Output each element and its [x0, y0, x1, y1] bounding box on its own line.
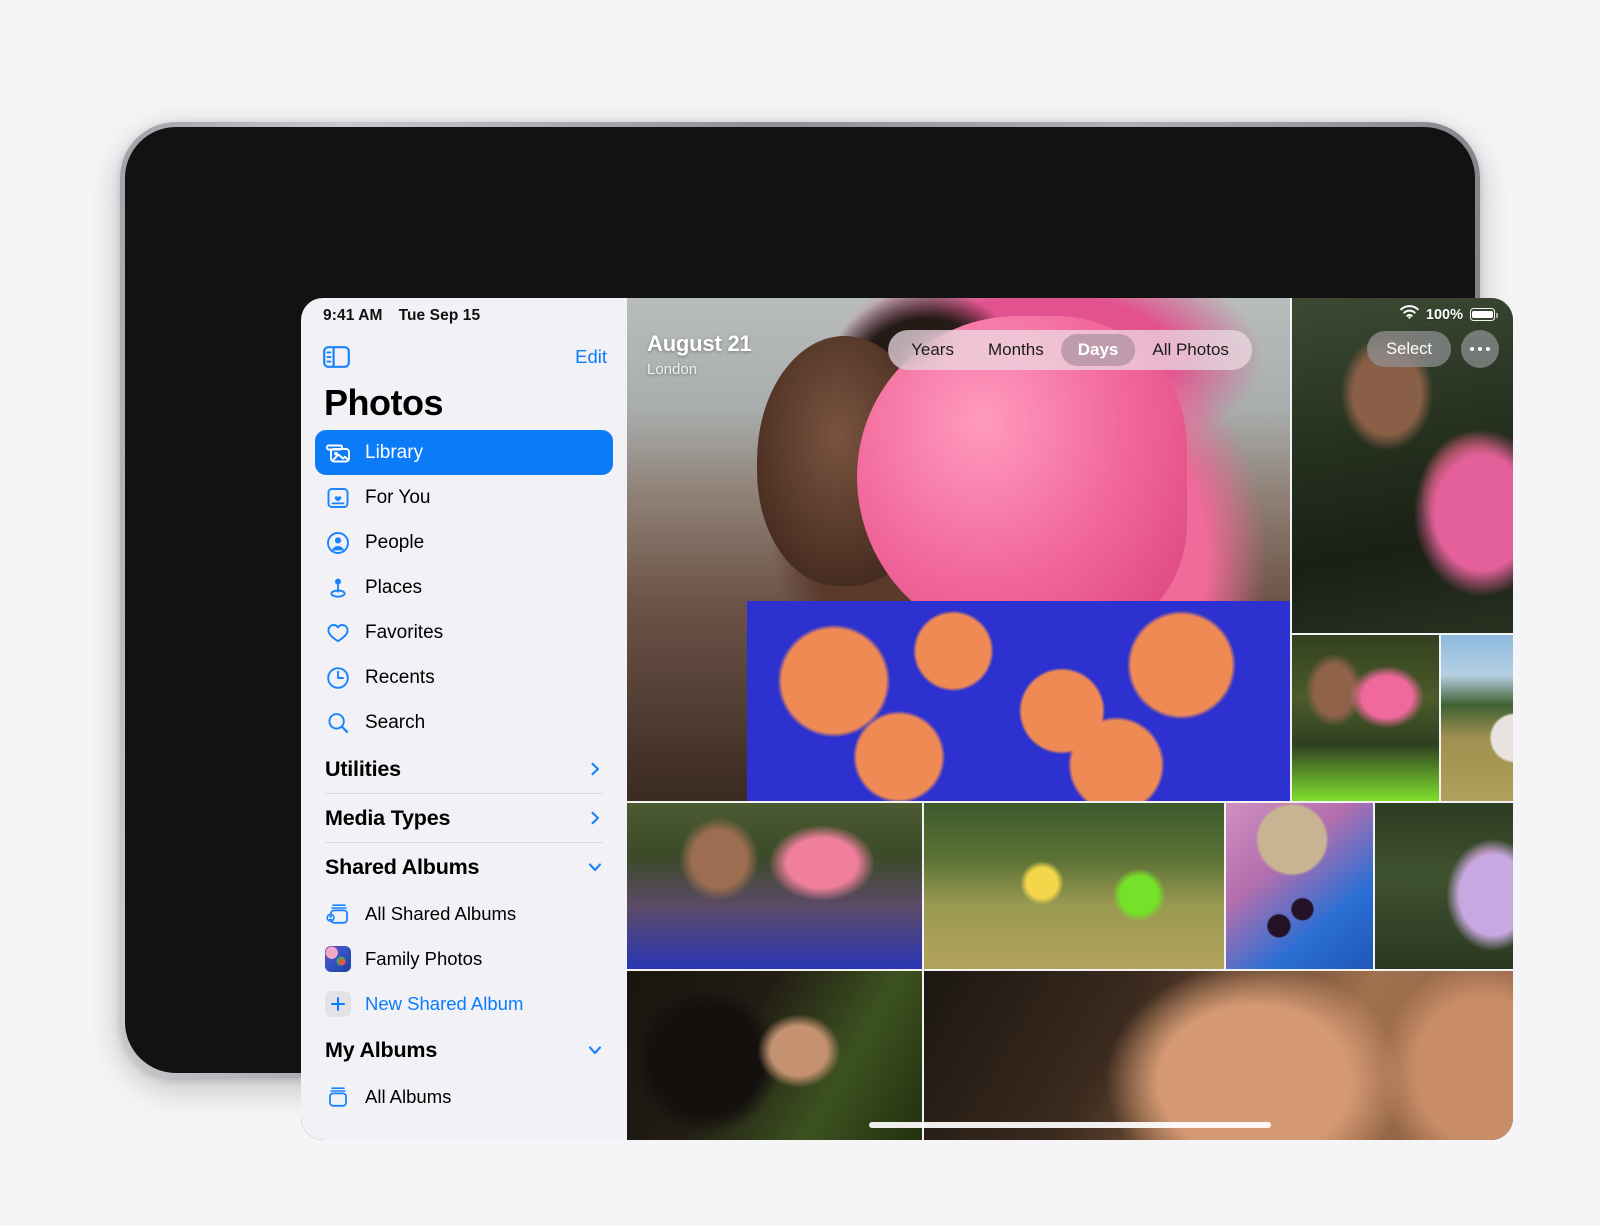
- clock-icon: [325, 665, 351, 691]
- toolbar-right-controls: Select: [1367, 330, 1499, 368]
- segment-months[interactable]: Months: [971, 334, 1061, 366]
- sidebar-section-shared-albums[interactable]: Shared Albums: [315, 843, 613, 891]
- grid-seam: [1224, 803, 1226, 969]
- edit-button[interactable]: Edit: [575, 346, 607, 368]
- sidebar: 9:41 AM Tue Sep 15 Edit Photos Library F…: [301, 298, 627, 1140]
- sidebar-item-search[interactable]: Search: [315, 700, 613, 745]
- sidebar-item-label: Places: [365, 576, 423, 598]
- grid-seam: [1290, 298, 1292, 803]
- album-label: Family Photos: [365, 947, 483, 969]
- grid-seam: [1439, 635, 1441, 803]
- plus-icon: [325, 990, 351, 1017]
- person-circle-icon: [325, 530, 351, 556]
- sidebar-toggle-icon[interactable]: [323, 346, 350, 368]
- sidebar-item-places[interactable]: Places: [315, 565, 613, 610]
- photo-thumbnail[interactable]: [1226, 803, 1373, 969]
- sidebar-item-all-albums[interactable]: All Albums: [315, 1074, 613, 1119]
- sidebar-nav-list: Library For You People Places Favorites …: [301, 430, 627, 1140]
- photo-thumbnail[interactable]: [1375, 803, 1513, 969]
- shared-album-stack-icon: [325, 901, 351, 927]
- grid-seam: [1373, 803, 1375, 969]
- date-header: August 21 London: [647, 331, 752, 378]
- sidebar-item-for-you[interactable]: For You: [315, 475, 613, 520]
- photo-thumbnail[interactable]: [924, 803, 1224, 969]
- section-title: Utilities: [325, 756, 401, 781]
- page-title: Photos: [324, 382, 444, 423]
- sidebar-item-label: For You: [365, 486, 431, 508]
- segmented-control[interactable]: Years Months Days All Photos: [888, 330, 1252, 370]
- sidebar-item-favorites[interactable]: Favorites: [315, 610, 613, 655]
- photo-thumbnail[interactable]: [924, 971, 1513, 1140]
- sidebar-item-people[interactable]: People: [315, 520, 613, 565]
- segment-all-photos[interactable]: All Photos: [1135, 334, 1246, 366]
- select-button[interactable]: Select: [1367, 331, 1451, 367]
- chevron-right-icon[interactable]: [587, 761, 603, 777]
- section-title: My Albums: [325, 1037, 438, 1062]
- sidebar-item-recents[interactable]: Recents: [315, 655, 613, 700]
- album-stack-icon: [325, 1084, 351, 1110]
- home-indicator[interactable]: [869, 1122, 1271, 1128]
- sidebar-item-label: Search: [365, 711, 426, 733]
- grid-seam: [922, 803, 924, 1140]
- date-title: August 21: [647, 331, 752, 356]
- chevron-right-icon[interactable]: [587, 810, 603, 826]
- segment-days[interactable]: Days: [1060, 334, 1136, 366]
- status-bar-date: Tue Sep 15: [398, 307, 481, 324]
- status-bar-left: 9:41 AM Tue Sep 15: [301, 298, 627, 334]
- sidebar-section-my-albums[interactable]: My Albums: [315, 1026, 613, 1074]
- grid-seam: [627, 801, 1513, 803]
- ipad-device-frame: 9:41 AM Tue Sep 15 Edit Photos Library F…: [120, 122, 1513, 1140]
- album-label: New Shared Album: [365, 992, 524, 1014]
- photo-thumbnail[interactable]: [627, 971, 922, 1140]
- chevron-down-icon[interactable]: [587, 1042, 603, 1058]
- heart-icon: [325, 620, 351, 646]
- sidebar-item-family-photos[interactable]: Family Photos: [315, 936, 613, 981]
- grid-seam: [627, 969, 1513, 971]
- sidebar-item-new-shared-album[interactable]: New Shared Album: [315, 981, 613, 1026]
- chevron-down-icon[interactable]: [587, 859, 603, 875]
- sidebar-item-label: Recents: [365, 666, 435, 688]
- status-bar-time: 9:41 AM: [323, 307, 383, 324]
- screen: 9:41 AM Tue Sep 15 Edit Photos Library F…: [301, 298, 1513, 1140]
- photo-thumbnail[interactable]: [1441, 635, 1513, 801]
- ellipsis-icon[interactable]: [1461, 330, 1499, 368]
- album-label: All Albums: [365, 1085, 452, 1107]
- sidebar-item-all-shared-albums[interactable]: All Shared Albums: [315, 891, 613, 936]
- search-icon: [325, 710, 351, 736]
- sidebar-item-library[interactable]: Library: [315, 430, 613, 475]
- section-title: Media Types: [325, 805, 451, 830]
- album-thumbnail: [325, 945, 351, 972]
- photo-stack-icon: [325, 440, 351, 466]
- sidebar-item-label: Library: [365, 441, 424, 463]
- grid-seam: [1290, 633, 1513, 635]
- sidebar-toolbar: Edit: [301, 334, 627, 380]
- photo-thumbnail[interactable]: [627, 803, 922, 969]
- sidebar-section-utilities[interactable]: Utilities: [315, 745, 613, 793]
- segment-years[interactable]: Years: [894, 334, 971, 366]
- sidebar-item-label: People: [365, 531, 425, 553]
- map-pin-icon: [325, 575, 351, 601]
- sidebar-section-media-types[interactable]: Media Types: [315, 794, 613, 842]
- album-label: All Shared Albums: [365, 902, 517, 924]
- date-location: London: [647, 361, 698, 378]
- section-title: Shared Albums: [325, 854, 480, 879]
- for-you-card-icon: [325, 485, 351, 511]
- photo-grid: [627, 298, 1513, 1140]
- sidebar-item-label: Favorites: [365, 621, 444, 643]
- photo-thumbnail[interactable]: [1292, 635, 1439, 801]
